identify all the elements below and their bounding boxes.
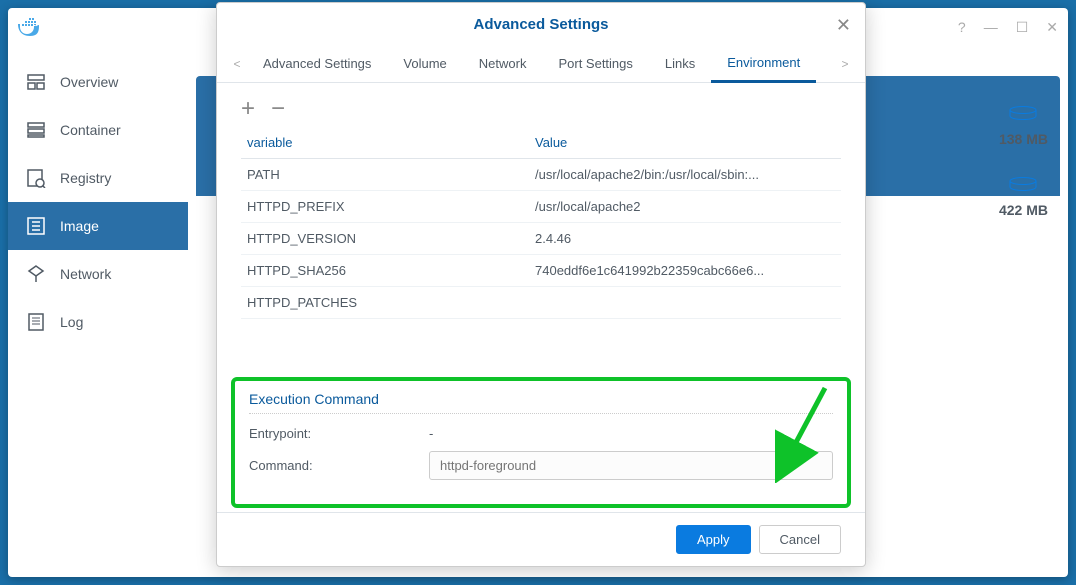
- env-val: 2.4.46: [529, 223, 841, 255]
- modal-title: Advanced Settings: [473, 16, 608, 33]
- env-header-variable[interactable]: variable: [241, 127, 529, 159]
- env-var: HTTPD_PREFIX: [241, 191, 529, 223]
- tab-scroll-right-icon[interactable]: >: [835, 57, 855, 71]
- minimize-icon[interactable]: —: [984, 19, 998, 36]
- image-icon: [26, 216, 46, 236]
- modal-body: + − variable Value PATH/usr/local/apache…: [217, 83, 865, 512]
- env-toolbar: + −: [241, 91, 841, 127]
- sidebar-item-registry[interactable]: Registry: [8, 154, 188, 202]
- registry-icon: [26, 168, 46, 188]
- sidebar-item-label: Log: [60, 314, 83, 330]
- advanced-settings-modal: Advanced Settings ✕ < Advanced Settings …: [216, 2, 866, 567]
- network-icon: [26, 264, 46, 284]
- sidebar-item-image[interactable]: Image: [8, 202, 188, 250]
- log-icon: [26, 312, 46, 332]
- sidebar: Overview Container Registry Image Networ…: [8, 46, 188, 577]
- env-val: /usr/local/apache2: [529, 191, 841, 223]
- add-button[interactable]: +: [241, 97, 255, 121]
- sidebar-item-label: Container: [60, 122, 121, 138]
- table-row[interactable]: HTTPD_PATCHES: [241, 287, 841, 319]
- command-label: Command:: [249, 458, 429, 473]
- sidebar-item-log[interactable]: Log: [8, 298, 188, 346]
- window-controls: ? — ☐ ✕: [958, 19, 1058, 36]
- env-table: variable Value PATH/usr/local/apache2/bi…: [241, 127, 841, 319]
- size-value: 138 MB: [999, 131, 1048, 147]
- sidebar-item-label: Network: [60, 266, 111, 282]
- size-value: 422 MB: [999, 202, 1048, 218]
- sidebar-item-network[interactable]: Network: [8, 250, 188, 298]
- modal-header: Advanced Settings ✕: [217, 3, 865, 45]
- size-card: 138 MB: [999, 106, 1048, 147]
- annotation-arrow: [775, 383, 835, 483]
- docker-icon: [18, 15, 42, 39]
- sidebar-item-label: Image: [60, 218, 99, 234]
- remove-button[interactable]: −: [271, 97, 285, 121]
- command-input[interactable]: [429, 451, 833, 480]
- tab-advanced-settings[interactable]: Advanced Settings: [247, 46, 387, 81]
- modal-footer: Apply Cancel: [217, 512, 865, 566]
- close-window-icon[interactable]: ✕: [1046, 19, 1058, 36]
- table-row[interactable]: HTTPD_VERSION2.4.46: [241, 223, 841, 255]
- tab-environment[interactable]: Environment: [711, 45, 816, 83]
- apply-button[interactable]: Apply: [676, 525, 751, 554]
- env-var: HTTPD_VERSION: [241, 223, 529, 255]
- sidebar-item-label: Registry: [60, 170, 111, 186]
- tab-links[interactable]: Links: [649, 46, 711, 81]
- env-val: [529, 287, 841, 319]
- env-var: HTTPD_PATCHES: [241, 287, 529, 319]
- exec-title: Execution Command: [249, 391, 833, 414]
- table-row[interactable]: HTTPD_SHA256740eddf6e1c641992b22359cabc6…: [241, 255, 841, 287]
- disk-icon: [1008, 177, 1038, 191]
- cancel-button[interactable]: Cancel: [759, 525, 841, 554]
- table-row[interactable]: PATH/usr/local/apache2/bin:/usr/local/sb…: [241, 159, 841, 191]
- entrypoint-value: -: [429, 426, 833, 441]
- env-var: HTTPD_SHA256: [241, 255, 529, 287]
- env-val: 740eddf6e1c641992b22359cabc66e6...: [529, 255, 841, 287]
- tab-network[interactable]: Network: [463, 46, 543, 81]
- overview-icon: [26, 72, 46, 92]
- tab-port-settings[interactable]: Port Settings: [542, 46, 648, 81]
- disk-icon: [1008, 106, 1038, 120]
- help-icon[interactable]: ?: [958, 19, 966, 36]
- table-row[interactable]: HTTPD_PREFIX/usr/local/apache2: [241, 191, 841, 223]
- container-icon: [26, 120, 46, 140]
- modal-tabs: < Advanced Settings Volume Network Port …: [217, 45, 865, 83]
- entrypoint-label: Entrypoint:: [249, 426, 429, 441]
- maximize-icon[interactable]: ☐: [1016, 19, 1029, 36]
- tab-scroll-left-icon[interactable]: <: [227, 57, 247, 71]
- env-val: /usr/local/apache2/bin:/usr/local/sbin:.…: [529, 159, 841, 191]
- env-header-value[interactable]: Value: [529, 127, 841, 159]
- env-var: PATH: [241, 159, 529, 191]
- close-icon[interactable]: ✕: [836, 15, 851, 36]
- tab-volume[interactable]: Volume: [387, 46, 462, 81]
- sidebar-item-overview[interactable]: Overview: [8, 58, 188, 106]
- size-card: 422 MB: [999, 177, 1048, 218]
- sidebar-item-label: Overview: [60, 74, 118, 90]
- sidebar-item-container[interactable]: Container: [8, 106, 188, 154]
- execution-command-section: Execution Command Entrypoint: - Command:: [231, 377, 851, 508]
